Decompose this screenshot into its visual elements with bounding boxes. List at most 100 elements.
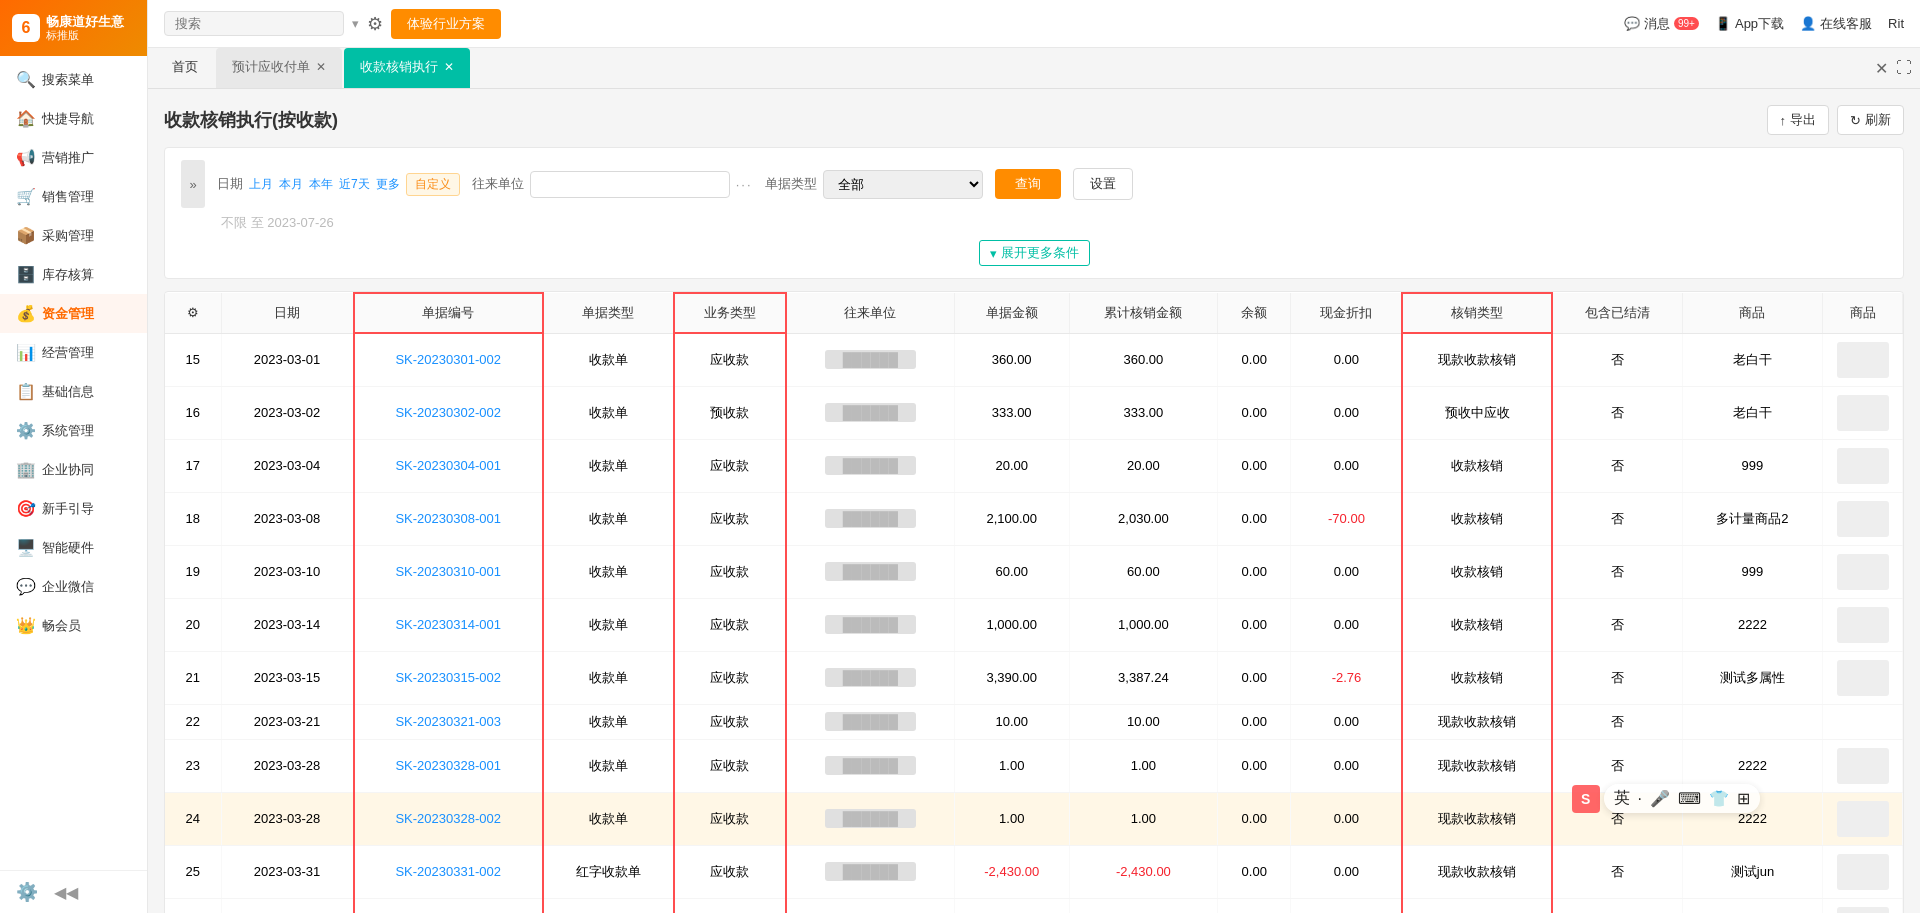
cell-writeoff-type: 现款收款核销: [1402, 333, 1552, 386]
sidebar-item-inventory[interactable]: 🗄️ 库存核算: [0, 255, 147, 294]
sidebar-item-quicknav[interactable]: 🏠 快捷导航: [0, 99, 147, 138]
cell-balance: 0.00: [1218, 704, 1291, 739]
sidebar-item-finance[interactable]: 💰 资金管理: [0, 294, 147, 333]
filter-collapse-button[interactable]: »: [181, 160, 205, 208]
last-month-btn[interactable]: 上月: [249, 176, 273, 193]
table-row[interactable]: 16 2023-03-02 SK-20230302-002 收款单 预收款 ██…: [165, 386, 1903, 439]
bill-no-link[interactable]: SK-20230315-002: [395, 670, 501, 685]
table-row[interactable]: 24 2023-03-28 SK-20230328-002 收款单 应收款 ██…: [165, 792, 1903, 845]
tab-receivable[interactable]: 预计应收付单 ✕: [216, 48, 342, 88]
sidebar-item-sales[interactable]: 🛒 销售管理: [0, 177, 147, 216]
sidebar-item-enterprise[interactable]: 🏢 企业协同: [0, 450, 147, 489]
sidebar-item-marketing[interactable]: 📢 营销推广: [0, 138, 147, 177]
cell-date: 2023-03-21: [221, 704, 353, 739]
table-row[interactable]: 25 2023-03-31 SK-20230331-002 红字收款单 应收款 …: [165, 845, 1903, 898]
sidebar-label-hardware: 智能硬件: [42, 539, 94, 557]
sidebar-item-basic[interactable]: 📋 基础信息: [0, 372, 147, 411]
table-row[interactable]: 19 2023-03-10 SK-20230310-001 收款单 应收款 ██…: [165, 545, 1903, 598]
online-service-button[interactable]: 👤 在线客服: [1800, 15, 1872, 33]
receivable-tab-close-icon[interactable]: ✕: [316, 60, 326, 74]
message-button[interactable]: 💬 消息 99+: [1624, 15, 1699, 33]
table-row[interactable]: 23 2023-03-28 SK-20230328-001 收款单 应收款 ██…: [165, 739, 1903, 792]
bill-no-link[interactable]: SK-20230302-002: [395, 405, 501, 420]
gear-icon[interactable]: ⚙: [367, 13, 383, 35]
cell-product2: [1823, 333, 1903, 386]
table-row[interactable]: 17 2023-03-04 SK-20230304-001 收款单 应收款 ██…: [165, 439, 1903, 492]
cell-bill-type: 收款单: [543, 651, 674, 704]
this-year-btn[interactable]: 本年: [309, 176, 333, 193]
cell-product: 2222: [1682, 739, 1822, 792]
bill-no-link[interactable]: SK-20230314-001: [395, 617, 501, 632]
cell-writeoff-type: 收款核销: [1402, 651, 1552, 704]
cell-product2: [1823, 492, 1903, 545]
bill-no-link[interactable]: SK-20230301-002: [395, 352, 501, 367]
sidebar-item-wechat[interactable]: 💬 企业微信: [0, 567, 147, 606]
setting-button[interactable]: 设置: [1073, 168, 1133, 200]
query-button[interactable]: 查询: [995, 169, 1061, 199]
close-tab-button[interactable]: ✕: [1875, 59, 1888, 78]
bill-no-link[interactable]: SK-20230331-002: [395, 864, 501, 879]
table-row[interactable]: 22 2023-03-21 SK-20230321-003 收款单 应收款 ██…: [165, 704, 1903, 739]
bill-no-link[interactable]: SK-20230328-001: [395, 758, 501, 773]
search-input[interactable]: [164, 11, 344, 36]
system-icon: ⚙️: [16, 421, 34, 440]
more-date-btn[interactable]: 更多: [376, 176, 400, 193]
bill-no-link[interactable]: SK-20230321-003: [395, 714, 501, 729]
sidebar-label-system: 系统管理: [42, 422, 94, 440]
billtype-filter-select[interactable]: 全部 收款单 红字收款单: [823, 170, 983, 199]
sidebar-item-purchase[interactable]: 📦 采购管理: [0, 216, 147, 255]
table-row[interactable]: 18 2023-03-08 SK-20230308-001 收款单 应收款 ██…: [165, 492, 1903, 545]
custom-date-tag[interactable]: 自定义: [406, 173, 460, 196]
wechat-icon: 💬: [16, 577, 34, 596]
collapse-icon[interactable]: ◀◀: [54, 883, 78, 902]
cell-balance: 0.00: [1218, 792, 1291, 845]
cell-product2: [1823, 545, 1903, 598]
sidebar-nav: 🔍 搜索菜单 🏠 快捷导航 📢 营销推广 🛒 销售管理 📦 采购管理 🗄️ 库存…: [0, 56, 147, 870]
cell-date: 2023-03-04: [221, 439, 353, 492]
cell-bill-type: 收款单: [543, 333, 674, 386]
bill-no-link[interactable]: SK-20230310-001: [395, 564, 501, 579]
table-row[interactable]: 20 2023-03-14 SK-20230314-001 收款单 应收款 ██…: [165, 598, 1903, 651]
refresh-button[interactable]: ↻ 刷新: [1837, 105, 1904, 135]
table-row[interactable]: 21 2023-03-15 SK-20230315-002 收款单 应收款 ██…: [165, 651, 1903, 704]
cell-writeoff-type: 收款核销: [1402, 545, 1552, 598]
export-button[interactable]: ↑ 导出: [1767, 105, 1830, 135]
expand-row: ▾ 展开更多条件: [181, 240, 1887, 266]
cell-product: 2222: [1682, 792, 1822, 845]
cell-amount: 60.00: [954, 545, 1069, 598]
cell-bill-no: SK-20230315-002: [354, 651, 543, 704]
writeoff-tab-close-icon[interactable]: ✕: [444, 60, 454, 74]
bill-no-link[interactable]: SK-20230328-002: [395, 811, 501, 826]
cell-amount: -2,430.00: [954, 845, 1069, 898]
bill-no-link[interactable]: SK-20230304-001: [395, 458, 501, 473]
cell-writeoff-type: 现款收款核销: [1402, 792, 1552, 845]
sidebar-item-guide[interactable]: 🎯 新手引导: [0, 489, 147, 528]
sidebar-item-member[interactable]: 👑 畅会员: [0, 606, 147, 645]
sidebar-label-basic: 基础信息: [42, 383, 94, 401]
tab-home[interactable]: 首页: [156, 48, 214, 88]
table-row[interactable]: 26 2023-04-03 SK-20230403-002 收款单 预收款 ██…: [165, 898, 1903, 913]
sidebar-item-system[interactable]: ⚙️ 系统管理: [0, 411, 147, 450]
user-avatar[interactable]: Rit: [1888, 16, 1904, 31]
industry-solution-button[interactable]: 体验行业方案: [391, 9, 501, 39]
sidebar-item-operation[interactable]: 📊 经营管理: [0, 333, 147, 372]
settings-bottom-icon[interactable]: ⚙️: [16, 881, 38, 903]
tab-writeoff[interactable]: 收款核销执行 ✕: [344, 48, 470, 88]
bill-no-link[interactable]: SK-20230308-001: [395, 511, 501, 526]
purchase-icon: 📦: [16, 226, 34, 245]
dropdown-arrow-icon[interactable]: ▾: [352, 16, 359, 31]
last-7days-btn[interactable]: 近7天: [339, 176, 370, 193]
app-download-button[interactable]: 📱 App下载: [1715, 15, 1784, 33]
col-header-product2: 商品: [1823, 293, 1903, 333]
sidebar-item-search[interactable]: 🔍 搜索菜单: [0, 60, 147, 99]
app-download-label: App下载: [1735, 15, 1784, 33]
message-icon: 💬: [1624, 16, 1640, 31]
fullscreen-tab-button[interactable]: ⛶: [1896, 59, 1912, 78]
partner-filter-input[interactable]: [530, 171, 730, 198]
this-month-btn[interactable]: 本月: [279, 176, 303, 193]
cell-idx: 25: [165, 845, 221, 898]
partner-masked: ██████: [825, 668, 916, 687]
expand-more-button[interactable]: ▾ 展开更多条件: [979, 240, 1090, 266]
table-row[interactable]: 15 2023-03-01 SK-20230301-002 收款单 应收款 ██…: [165, 333, 1903, 386]
sidebar-item-hardware[interactable]: 🖥️ 智能硬件: [0, 528, 147, 567]
